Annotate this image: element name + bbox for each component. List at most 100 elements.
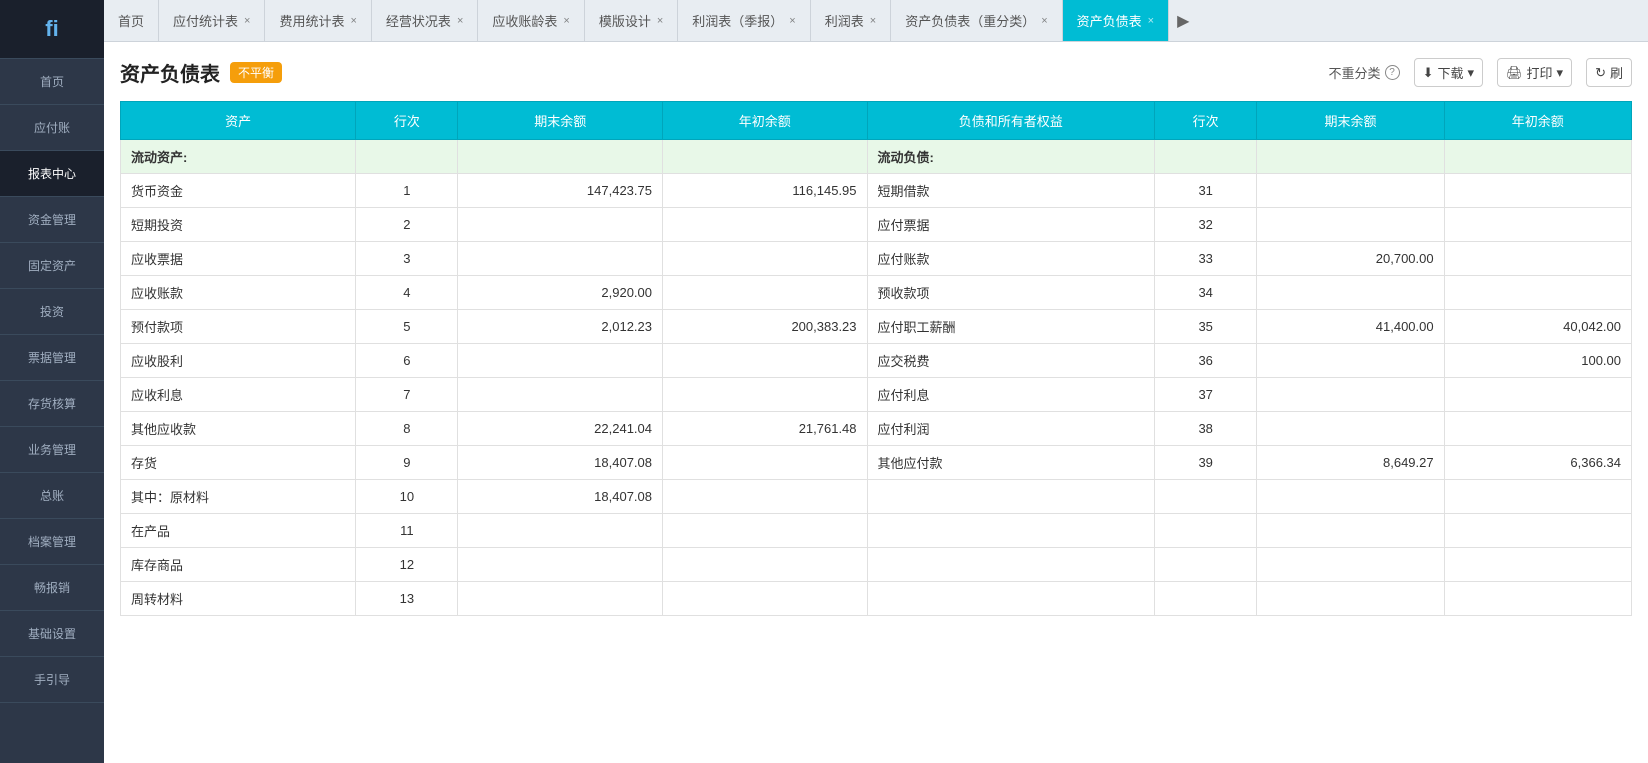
asset-name[interactable]: 周转材料 <box>121 582 356 616</box>
asset-name[interactable]: 应收利息 <box>121 378 356 412</box>
liability-year-start[interactable]: 40,042.00 <box>1444 310 1631 344</box>
asset-year-start[interactable] <box>663 344 868 378</box>
asset-name[interactable]: 货币资金 <box>121 174 356 208</box>
refresh-button[interactable]: ↻ 刷 <box>1586 58 1632 87</box>
print-button[interactable]: 🖨 打印 ▾ <box>1497 58 1572 87</box>
liability-year-start[interactable] <box>1444 412 1631 446</box>
liability-period-end[interactable] <box>1257 514 1444 548</box>
tab-home[interactable]: 首页 <box>104 0 159 41</box>
sidebar-item-home[interactable]: 首页 <box>0 59 104 105</box>
liability-period-end[interactable]: 41,400.00 <box>1257 310 1444 344</box>
liability-period-end[interactable] <box>1257 174 1444 208</box>
asset-period-end[interactable]: 18,407.08 <box>458 446 663 480</box>
sidebar-item-report-center[interactable]: 报表中心 <box>0 151 104 197</box>
asset-year-start[interactable]: 21,761.48 <box>663 412 868 446</box>
no-reclassify-item[interactable]: 不重分类 ? <box>1329 63 1400 82</box>
liability-period-end[interactable] <box>1257 582 1444 616</box>
asset-year-start[interactable] <box>663 548 868 582</box>
liability-year-start[interactable] <box>1444 548 1631 582</box>
sidebar-item-bill-mgmt[interactable]: 票据管理 <box>0 335 104 381</box>
asset-period-end[interactable] <box>458 548 663 582</box>
liability-name[interactable] <box>867 548 1155 582</box>
asset-year-start[interactable] <box>663 242 868 276</box>
asset-name[interactable]: 应收票据 <box>121 242 356 276</box>
liability-name[interactable]: 应付账款 <box>867 242 1155 276</box>
liability-year-start[interactable] <box>1444 514 1631 548</box>
liability-period-end[interactable] <box>1257 276 1444 310</box>
asset-year-start[interactable] <box>663 480 868 514</box>
tab-balance-reclassified[interactable]: 资产负债表（重分类） × <box>891 0 1062 41</box>
asset-year-start[interactable] <box>663 208 868 242</box>
liability-year-start[interactable] <box>1444 208 1631 242</box>
liability-year-start[interactable] <box>1444 276 1631 310</box>
liability-name[interactable] <box>867 514 1155 548</box>
asset-year-start[interactable] <box>663 582 868 616</box>
asset-name[interactable]: 在产品 <box>121 514 356 548</box>
help-icon[interactable]: ? <box>1385 65 1400 80</box>
tab-balance-sheet-close[interactable]: × <box>1148 15 1154 27</box>
asset-name[interactable]: 库存商品 <box>121 548 356 582</box>
tab-balance-sheet[interactable]: 资产负债表 × <box>1063 0 1169 41</box>
liability-year-start[interactable] <box>1444 242 1631 276</box>
sidebar-item-inventory-calc[interactable]: 存货核算 <box>0 381 104 427</box>
liability-year-start[interactable]: 6,366.34 <box>1444 446 1631 480</box>
asset-name[interactable]: 其中：原材料 <box>121 480 356 514</box>
liability-name[interactable]: 应交税费 <box>867 344 1155 378</box>
download-button[interactable]: ⬇ 下载 ▾ <box>1414 58 1483 87</box>
liability-period-end[interactable] <box>1257 208 1444 242</box>
asset-period-end[interactable]: 2,012.23 <box>458 310 663 344</box>
liability-period-end[interactable] <box>1257 412 1444 446</box>
tab-business-status[interactable]: 经营状况表 × <box>372 0 478 41</box>
liability-period-end[interactable] <box>1257 480 1444 514</box>
asset-name[interactable]: 短期投资 <box>121 208 356 242</box>
liability-name[interactable] <box>867 582 1155 616</box>
asset-year-start[interactable] <box>663 446 868 480</box>
asset-period-end[interactable] <box>458 242 663 276</box>
liability-period-end[interactable] <box>1257 378 1444 412</box>
asset-year-start[interactable] <box>663 276 868 310</box>
tab-template-design-close[interactable]: × <box>657 15 663 27</box>
sidebar-item-ledger[interactable]: 总账 <box>0 473 104 519</box>
tab-ap-summary-close[interactable]: × <box>244 15 250 27</box>
asset-period-end[interactable] <box>458 208 663 242</box>
tab-scroll-right[interactable]: ▶ <box>1169 11 1197 31</box>
sidebar-item-fund-mgmt[interactable]: 资金管理 <box>0 197 104 243</box>
asset-period-end[interactable] <box>458 344 663 378</box>
asset-name[interactable]: 应收账款 <box>121 276 356 310</box>
liability-period-end[interactable]: 8,649.27 <box>1257 446 1444 480</box>
tab-ar-aging-close[interactable]: × <box>563 15 569 27</box>
tab-balance-reclassified-close[interactable]: × <box>1041 15 1047 27</box>
sidebar-item-doc-mgmt[interactable]: 档案管理 <box>0 519 104 565</box>
asset-year-start[interactable] <box>663 514 868 548</box>
tab-expense-summary[interactable]: 费用统计表 × <box>265 0 371 41</box>
asset-year-start[interactable]: 116,145.95 <box>663 174 868 208</box>
asset-period-end[interactable]: 22,241.04 <box>458 412 663 446</box>
tab-income-stmt-close[interactable]: × <box>870 15 876 27</box>
liability-year-start[interactable]: 100.00 <box>1444 344 1631 378</box>
liability-name[interactable]: 应付利息 <box>867 378 1155 412</box>
asset-year-start[interactable]: 200,383.23 <box>663 310 868 344</box>
sidebar-item-fixed-assets[interactable]: 固定资产 <box>0 243 104 289</box>
asset-name[interactable]: 存货 <box>121 446 356 480</box>
liability-year-start[interactable] <box>1444 174 1631 208</box>
sidebar-item-investment[interactable]: 投资 <box>0 289 104 335</box>
tab-income-quarterly-close[interactable]: × <box>789 15 795 27</box>
asset-name[interactable]: 其他应收款 <box>121 412 356 446</box>
liability-year-start[interactable] <box>1444 582 1631 616</box>
liability-name[interactable]: 应付利润 <box>867 412 1155 446</box>
asset-name[interactable]: 应收股利 <box>121 344 356 378</box>
asset-year-start[interactable] <box>663 378 868 412</box>
tab-expense-summary-close[interactable]: × <box>350 15 356 27</box>
liability-name[interactable]: 应付票据 <box>867 208 1155 242</box>
sidebar-item-basic-settings[interactable]: 基础设置 <box>0 611 104 657</box>
asset-period-end[interactable]: 147,423.75 <box>458 174 663 208</box>
asset-name[interactable]: 预付款项 <box>121 310 356 344</box>
liability-name[interactable]: 预收款项 <box>867 276 1155 310</box>
tab-template-design[interactable]: 模版设计 × <box>585 0 678 41</box>
liability-period-end[interactable] <box>1257 344 1444 378</box>
sidebar-item-payable[interactable]: 应付账 <box>0 105 104 151</box>
liability-name[interactable]: 其他应付款 <box>867 446 1155 480</box>
asset-period-end[interactable] <box>458 582 663 616</box>
tab-income-quarterly[interactable]: 利润表（季报） × <box>678 0 810 41</box>
asset-period-end[interactable]: 18,407.08 <box>458 480 663 514</box>
